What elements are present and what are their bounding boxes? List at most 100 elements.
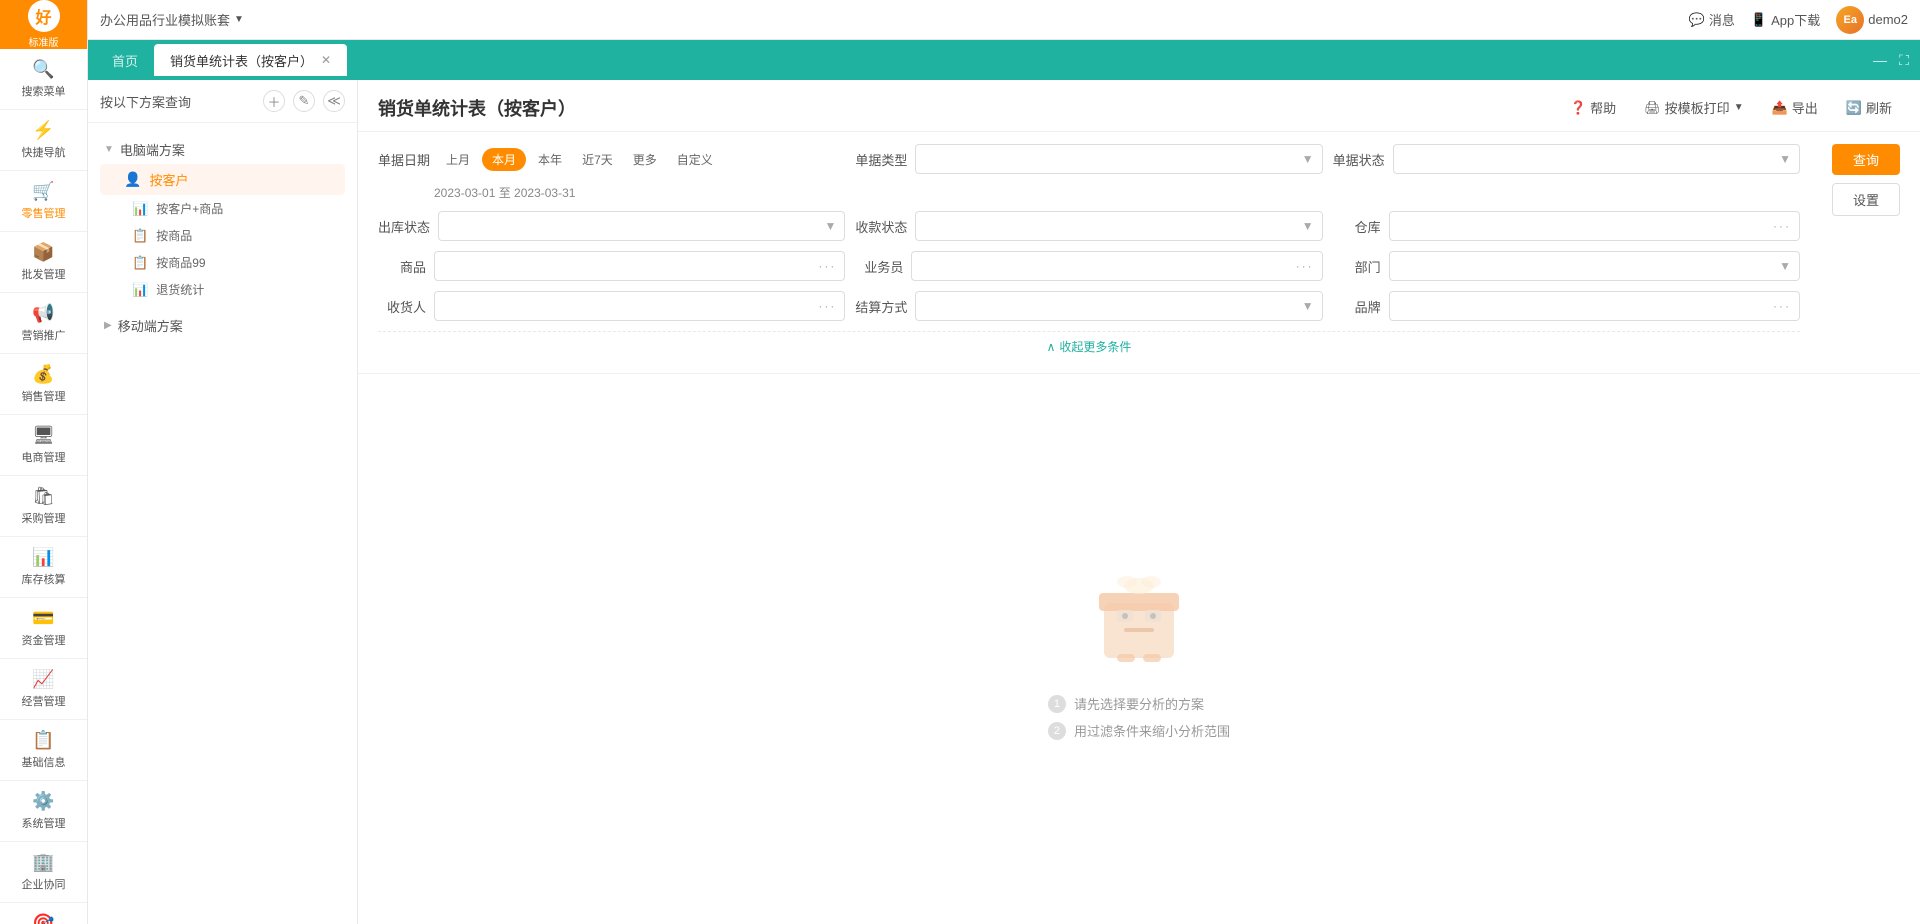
export-icon: 📤 xyxy=(1772,100,1788,116)
scheme-by-customer[interactable]: 👤 按客户 xyxy=(100,164,345,195)
filter-row-3: 商品 ··· 业务员 ··· xyxy=(378,251,1800,281)
date-tab-this-month[interactable]: 本月 xyxy=(482,148,526,171)
sidebar-item-business-label: 经营管理 xyxy=(22,693,66,709)
sidebar-item-enterprise[interactable]: 🏢 企业协同 xyxy=(0,842,87,903)
scheme-by-product-99[interactable]: 📋 按商品99 xyxy=(100,249,345,276)
filter-employee-cell: 业务员 ··· xyxy=(855,251,1322,281)
employee-dots-icon: ··· xyxy=(1296,259,1314,273)
sidebar-item-finance[interactable]: 💳 资金管理 xyxy=(0,598,87,659)
desktop-group-header[interactable]: ▼ 电脑端方案 xyxy=(100,135,345,164)
basic-icon: 📋 xyxy=(32,730,54,751)
sidebar-item-system[interactable]: ⚙️ 系统管理 xyxy=(0,781,87,842)
tree-section: ▼ 电脑端方案 👤 按客户 📊 按客户+商品 📋 按商品 xyxy=(88,123,357,352)
chevron-down-icon: ▼ xyxy=(104,144,114,155)
date-range-text: 2023-03-01 至 2023-03-31 xyxy=(434,186,575,200)
filter-fields: 单据日期 上月 本月 本年 近7天 更多 自定义 xyxy=(378,144,1800,361)
sidebar-item-quick-nav[interactable]: ⚡ 快捷导航 xyxy=(0,110,87,171)
empty-state-tip-1: 1 请先选择要分析的方案 xyxy=(1048,694,1230,713)
tab-home[interactable]: 首页 xyxy=(96,44,154,76)
wholesale-icon: 📦 xyxy=(32,242,54,263)
empty-state-image xyxy=(1079,558,1199,678)
employee-control[interactable]: ··· xyxy=(911,251,1322,281)
add-scheme-btn[interactable]: ＋ xyxy=(263,90,285,112)
app-download-btn[interactable]: 📱 App下载 xyxy=(1751,10,1820,29)
sidebar-item-marketing[interactable]: 📢 营销推广 xyxy=(0,293,87,354)
edit-scheme-btn[interactable]: ✎ xyxy=(293,90,315,112)
sidebar-item-retail[interactable]: 🛒 零售管理 xyxy=(0,171,87,232)
sidebar-item-sales-label: 销售管理 xyxy=(22,388,66,404)
filter-row-2: 出库状态 ▼ 收款状态 ▼ xyxy=(378,211,1800,241)
sidebar-item-marketing-label: 营销推广 xyxy=(22,327,66,343)
docstatus-control[interactable]: ▼ xyxy=(1393,144,1800,174)
sidebar-item-wholesale[interactable]: 📦 批发管理 xyxy=(0,232,87,293)
paymentmethod-control[interactable]: ▼ xyxy=(915,291,1322,321)
outstatus-control[interactable]: ▼ xyxy=(438,211,845,241)
export-btn[interactable]: 📤 导出 xyxy=(1764,94,1826,121)
sidebar-item-system-label: 系统管理 xyxy=(22,815,66,831)
refresh-btn[interactable]: 🔄 刷新 xyxy=(1838,94,1900,121)
sidebar-item-retail-label: 零售管理 xyxy=(22,205,66,221)
department-control[interactable]: ▼ xyxy=(1389,251,1800,281)
filter-area: 单据日期 上月 本月 本年 近7天 更多 自定义 xyxy=(358,132,1920,374)
tab-sales-stat[interactable]: 销货单统计表（按客户） ✕ xyxy=(154,44,347,76)
window-minimize-btn[interactable]: — xyxy=(1872,52,1888,68)
sidebar-item-ecommerce[interactable]: 🖥 电商管理 xyxy=(0,415,87,476)
window-maximize-btn[interactable]: ⛶ xyxy=(1896,52,1912,68)
filter-department-cell: 部门 ▼ xyxy=(1333,251,1800,281)
mobile-group-label: 移动端方案 xyxy=(118,316,183,335)
chart-icon: 📊 xyxy=(132,201,148,217)
mobile-group-header[interactable]: ▶ 移动端方案 xyxy=(100,311,345,340)
sidebar-item-search[interactable]: 🔍 搜索菜单 xyxy=(0,49,87,110)
sidebar: 好 标准版 🔍 搜索菜单 ⚡ 快捷导航 🛒 零售管理 📦 批发管理 📢 营销推广… xyxy=(0,0,88,924)
scheme-by-product[interactable]: 📋 按商品 xyxy=(100,222,345,249)
docstatus-label: 单据状态 xyxy=(1333,150,1385,169)
brand-label: 品牌 xyxy=(1333,297,1381,316)
template-print-btn[interactable]: 🖨 按模板打印 ▼ xyxy=(1636,94,1751,121)
tip-num-2: 2 xyxy=(1048,722,1066,740)
query-btn[interactable]: 查询 xyxy=(1832,144,1900,175)
left-panel-actions: ＋ ✎ ≪ xyxy=(263,90,345,112)
left-panel-header: 按以下方案查询 ＋ ✎ ≪ xyxy=(88,80,357,123)
scheme-return-stats-label: 退货统计 xyxy=(156,281,204,298)
user-menu[interactable]: Ea demo2 xyxy=(1836,6,1908,34)
collapse-btn[interactable]: ∧ 收起更多条件 xyxy=(378,331,1800,361)
sidebar-item-basic[interactable]: 📋 基础信息 xyxy=(0,720,87,781)
scheme-return-stats[interactable]: 📊 退货统计 xyxy=(100,276,345,303)
date-tab-7days[interactable]: 近7天 xyxy=(574,148,621,171)
outstatus-label: 出库状态 xyxy=(378,217,430,236)
message-label: 消息 xyxy=(1709,10,1735,29)
date-tabs: 上月 本月 本年 近7天 更多 自定义 xyxy=(438,148,721,171)
collapse-panel-btn[interactable]: ≪ xyxy=(323,90,345,112)
date-tab-more[interactable]: 更多 xyxy=(625,148,665,171)
user-name: demo2 xyxy=(1868,12,1908,27)
sidebar-item-purchase[interactable]: 🛍 采购管理 xyxy=(0,476,87,537)
date-tab-custom[interactable]: 自定义 xyxy=(669,148,721,171)
filter-paymentmethod-cell: 结算方式 ▼ xyxy=(855,291,1322,321)
doctype-control[interactable]: ▼ xyxy=(915,144,1322,174)
sidebar-item-wholesale-label: 批发管理 xyxy=(22,266,66,282)
tab-close-btn[interactable]: ✕ xyxy=(321,54,331,66)
sidebar-item-business[interactable]: 📈 经营管理 xyxy=(0,659,87,720)
customer-icon: 👤 xyxy=(124,171,141,188)
app-logo[interactable]: 好 标准版 xyxy=(0,0,88,49)
scheme-by-customer-product[interactable]: 📊 按客户+商品 xyxy=(100,195,345,222)
date-tab-this-year[interactable]: 本年 xyxy=(530,148,570,171)
help-btn[interactable]: ❓ 帮助 xyxy=(1562,94,1624,121)
sidebar-item-sales[interactable]: 💰 销售管理 xyxy=(0,354,87,415)
message-btn[interactable]: 💬 消息 xyxy=(1689,10,1735,29)
sidebar-item-purchase-label: 采购管理 xyxy=(22,510,66,526)
product-dots-icon: ··· xyxy=(818,259,836,273)
sidebar-item-newbie[interactable]: 🎯 新手引导 xyxy=(0,903,87,924)
sidebar-item-inventory[interactable]: 📊 库存核算 xyxy=(0,537,87,598)
product-control[interactable]: ··· xyxy=(434,251,845,281)
desktop-group: ▼ 电脑端方案 👤 按客户 📊 按客户+商品 📋 按商品 xyxy=(88,131,357,307)
paymentstatus-control[interactable]: ▼ xyxy=(915,211,1322,241)
warehouse-control[interactable]: ··· xyxy=(1389,211,1800,241)
receiver-control[interactable]: ··· xyxy=(434,291,845,321)
settings-btn[interactable]: 设置 xyxy=(1832,183,1900,216)
date-tab-last-month[interactable]: 上月 xyxy=(438,148,478,171)
brand-control[interactable]: ··· xyxy=(1389,291,1800,321)
account-selector[interactable]: 办公用品行业模拟账套 ▼ xyxy=(100,10,244,29)
filter-brand-cell: 品牌 ··· xyxy=(1333,291,1800,321)
left-panel: 按以下方案查询 ＋ ✎ ≪ ▼ 电脑端方案 👤 按客户 xyxy=(88,80,358,924)
